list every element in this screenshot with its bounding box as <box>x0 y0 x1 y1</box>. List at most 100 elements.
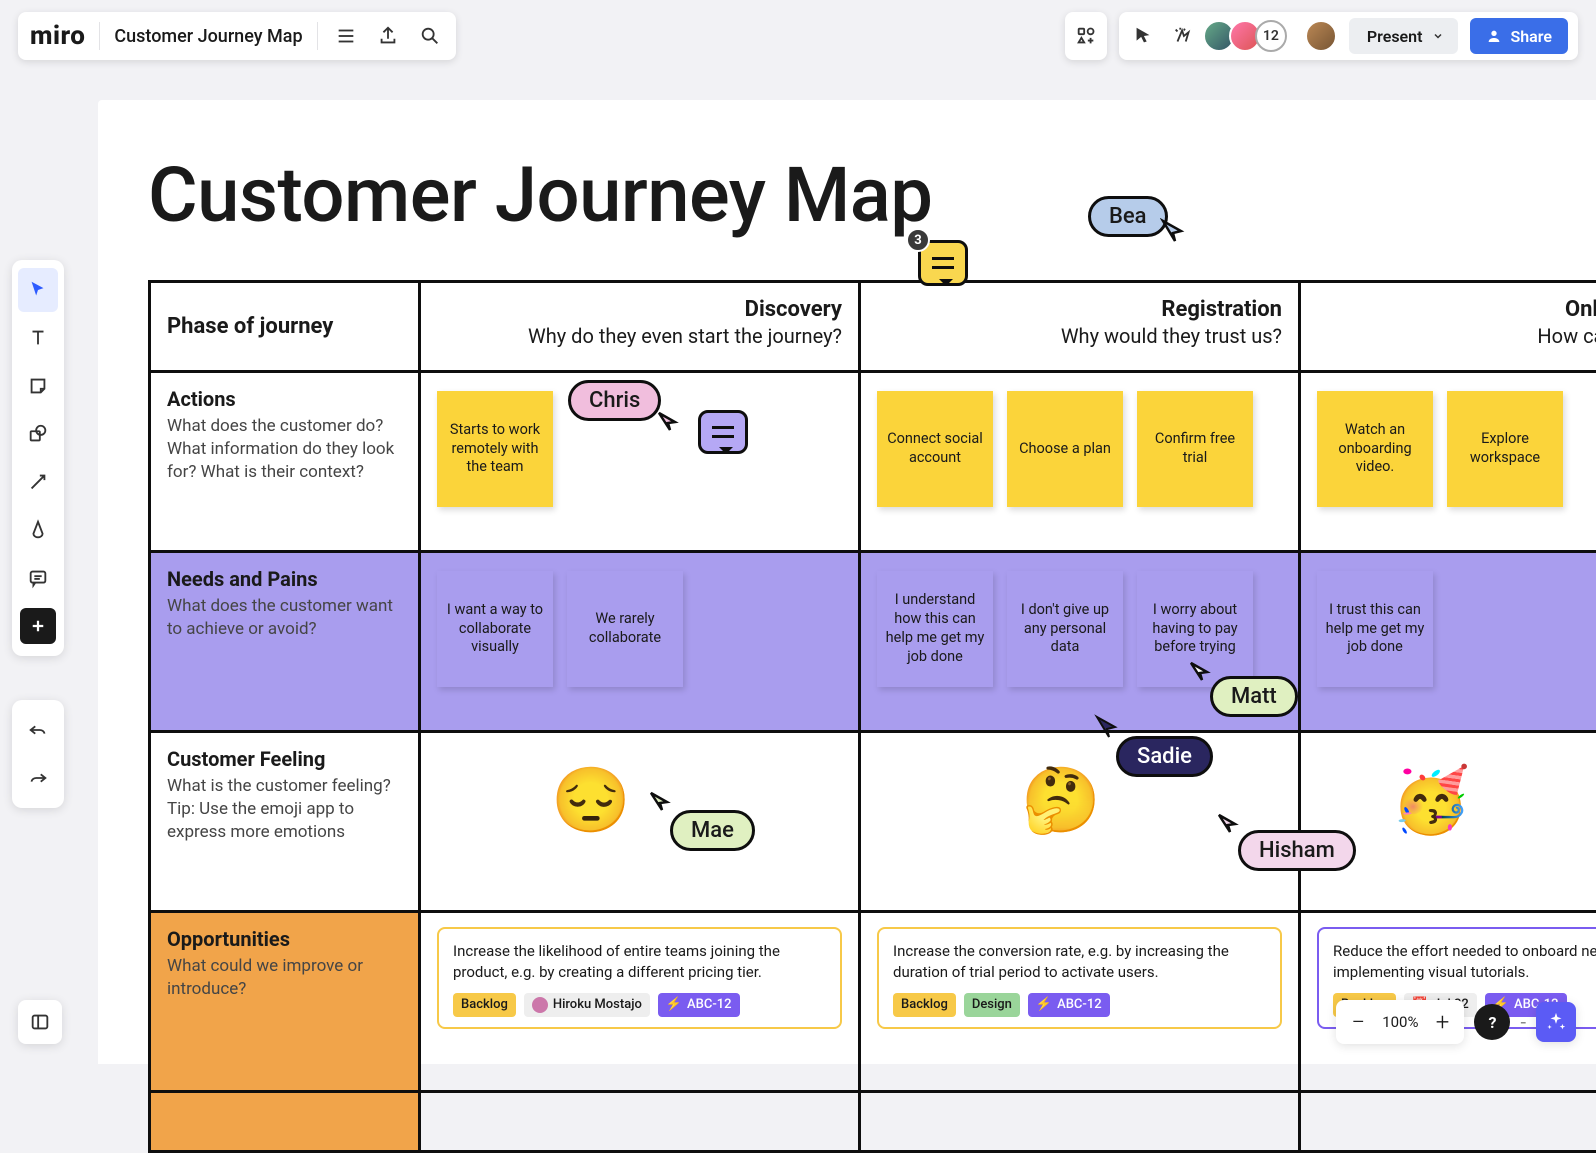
sticky-note[interactable]: I don't give up any personal data <box>1007 571 1123 687</box>
collab-cluster: 12 Present Share <box>1119 12 1578 60</box>
sticky-note[interactable]: I want a way to collaborate visually <box>437 571 553 687</box>
sticky-note[interactable]: I understand how this can help me get my… <box>877 571 993 687</box>
row-header-feeling: Customer Feeling What is the customer fe… <box>151 733 421 913</box>
divider <box>317 22 318 50</box>
row-header-needs: Needs and Pains What does the customer w… <box>151 553 421 733</box>
cursor-mode-icon[interactable] <box>1129 22 1157 50</box>
opportunity-text: Reduce the effort needed to onboard new … <box>1333 941 1596 983</box>
tag-abc[interactable]: ⚡ ABC-12 <box>658 993 740 1017</box>
topbar-right: 12 Present Share <box>1065 12 1578 60</box>
topbar-left: miro Customer Journey Map <box>18 12 456 60</box>
cell-empty[interactable] <box>421 1093 861 1153</box>
row-header-opportunities: Opportunities What could we improve or i… <box>151 913 421 1093</box>
search-icon[interactable] <box>416 22 444 50</box>
zoom-out-button[interactable]: − <box>1348 1008 1368 1036</box>
cursor-arrow-icon <box>1188 660 1212 684</box>
column-header-discovery: Discovery Why do they even start the jou… <box>421 283 861 373</box>
present-button[interactable]: Present <box>1349 18 1459 54</box>
line-tool[interactable] <box>18 460 58 504</box>
sticky-note[interactable]: I trust this can help me get my job done <box>1317 571 1433 687</box>
cell-discovery-feeling[interactable]: 😔 <box>421 733 861 913</box>
row-empty <box>151 1093 421 1153</box>
cell-empty[interactable] <box>861 1093 1301 1153</box>
row-header-actions: Actions What does the customer do? What … <box>151 373 421 553</box>
sticky-note[interactable]: Confirm free trial <box>1137 391 1253 507</box>
hamburger-icon[interactable] <box>332 22 360 50</box>
board-title[interactable]: Customer Journey Map <box>114 26 302 47</box>
cell-registration-opportunities[interactable]: Increase the conversion rate, e.g. by in… <box>861 913 1301 1093</box>
tag-person[interactable]: Hiroku Mostajo <box>524 993 650 1017</box>
comment-tool[interactable] <box>18 556 58 600</box>
undo-button[interactable] <box>18 708 58 752</box>
emoji-pensive[interactable]: 😔 <box>551 763 631 838</box>
person-icon <box>1486 28 1502 44</box>
ai-assist-button[interactable] <box>1536 1002 1576 1042</box>
sticky-note[interactable]: Explore workspace <box>1447 391 1563 507</box>
sticky-note[interactable]: Starts to work remotely with the team <box>437 391 553 507</box>
comment-bubble[interactable] <box>698 410 748 454</box>
cell-registration-actions[interactable]: Connect social account Choose a plan Con… <box>861 373 1301 553</box>
shape-tool[interactable] <box>18 412 58 456</box>
sticky-tool[interactable] <box>18 364 58 408</box>
comment-thread[interactable]: 3 <box>918 240 968 286</box>
add-tool[interactable] <box>20 608 56 644</box>
cell-registration-needs[interactable]: I understand how this can help me get my… <box>861 553 1301 733</box>
reactions-icon[interactable] <box>1169 22 1197 50</box>
cell-discovery-opportunities[interactable]: Increase the likelihood of entire teams … <box>421 913 861 1093</box>
cursor-arrow-icon <box>1216 812 1240 836</box>
emoji-thinking[interactable]: 🤔 <box>1021 763 1101 838</box>
column-header-onboarding: Onboarding and How can they feel su <box>1301 283 1596 373</box>
share-label: Share <box>1510 27 1552 46</box>
undo-redo-cluster <box>12 700 64 808</box>
sticky-note[interactable]: Watch an onboarding video. <box>1317 391 1433 507</box>
zoom-in-button[interactable]: + <box>1432 1008 1452 1036</box>
sticky-note[interactable]: Connect social account <box>877 391 993 507</box>
zoom-level[interactable]: 100% <box>1382 1013 1418 1031</box>
tag-design[interactable]: Design <box>964 993 1020 1017</box>
emoji-party[interactable]: 🥳 <box>1391 763 1471 838</box>
opportunity-card[interactable]: Increase the likelihood of entire teams … <box>437 927 842 1029</box>
separator: - <box>1520 1010 1526 1034</box>
avatar-overflow[interactable]: 12 <box>1255 20 1287 52</box>
column-header-registration: Registration Why would they trust us? <box>861 283 1301 373</box>
canvas[interactable]: Customer Journey Map Bea 3 Phase of jour… <box>98 100 1596 1064</box>
tag-backlog[interactable]: Backlog <box>893 993 956 1017</box>
cursor-arrow-icon <box>648 790 672 814</box>
cell-discovery-actions[interactable]: Starts to work remotely with the team <box>421 373 861 553</box>
app-logo[interactable]: miro <box>30 21 85 51</box>
left-toolbar <box>12 260 64 656</box>
canvas-title[interactable]: Customer Journey Map <box>148 150 933 240</box>
cell-onboarding-feeling[interactable]: 🥳 <box>1301 733 1596 913</box>
text-tool[interactable] <box>18 316 58 360</box>
comment-count-badge: 3 <box>906 228 930 252</box>
sticky-note[interactable]: We rarely collaborate <box>567 571 683 687</box>
cell-onboarding-actions[interactable]: Watch an onboarding video. Explore works… <box>1301 373 1596 553</box>
phase-of-journey-label: Phase of journey <box>151 283 421 373</box>
opportunity-card[interactable]: Increase the conversion rate, e.g. by in… <box>877 927 1282 1029</box>
chevron-down-icon <box>1432 30 1444 42</box>
cursor-arrow-icon <box>1160 218 1186 244</box>
panel-toggle-button[interactable] <box>18 1000 62 1044</box>
cell-onboarding-needs[interactable]: I trust this can help me get my job done <box>1301 553 1596 733</box>
tag-abc[interactable]: ⚡ ABC-12 <box>1028 993 1110 1017</box>
cell-empty[interactable] <box>1301 1093 1596 1153</box>
tag-backlog[interactable]: Backlog <box>453 993 516 1017</box>
redo-button[interactable] <box>18 756 58 800</box>
select-tool[interactable] <box>18 268 58 312</box>
opportunity-text: Increase the conversion rate, e.g. by in… <box>893 941 1266 983</box>
comment-lines-icon <box>932 257 954 269</box>
share-button[interactable]: Share <box>1470 18 1568 54</box>
sticky-note[interactable]: Choose a plan <box>1007 391 1123 507</box>
user-cursor-bea: Bea <box>1088 196 1168 237</box>
cursor-arrow-icon <box>656 410 680 434</box>
help-button[interactable]: ? <box>1474 1004 1510 1040</box>
pen-tool[interactable] <box>18 508 58 552</box>
zoom-controls: − 100% + <box>1336 1000 1464 1044</box>
avatar-self[interactable] <box>1305 20 1337 52</box>
export-icon[interactable] <box>374 22 402 50</box>
apps-button[interactable] <box>1065 12 1107 60</box>
divider <box>99 22 100 50</box>
cell-discovery-needs[interactable]: I want a way to collaborate visually We … <box>421 553 861 733</box>
present-label: Present <box>1367 27 1423 46</box>
avatar-stack[interactable]: 12 <box>1209 20 1287 52</box>
